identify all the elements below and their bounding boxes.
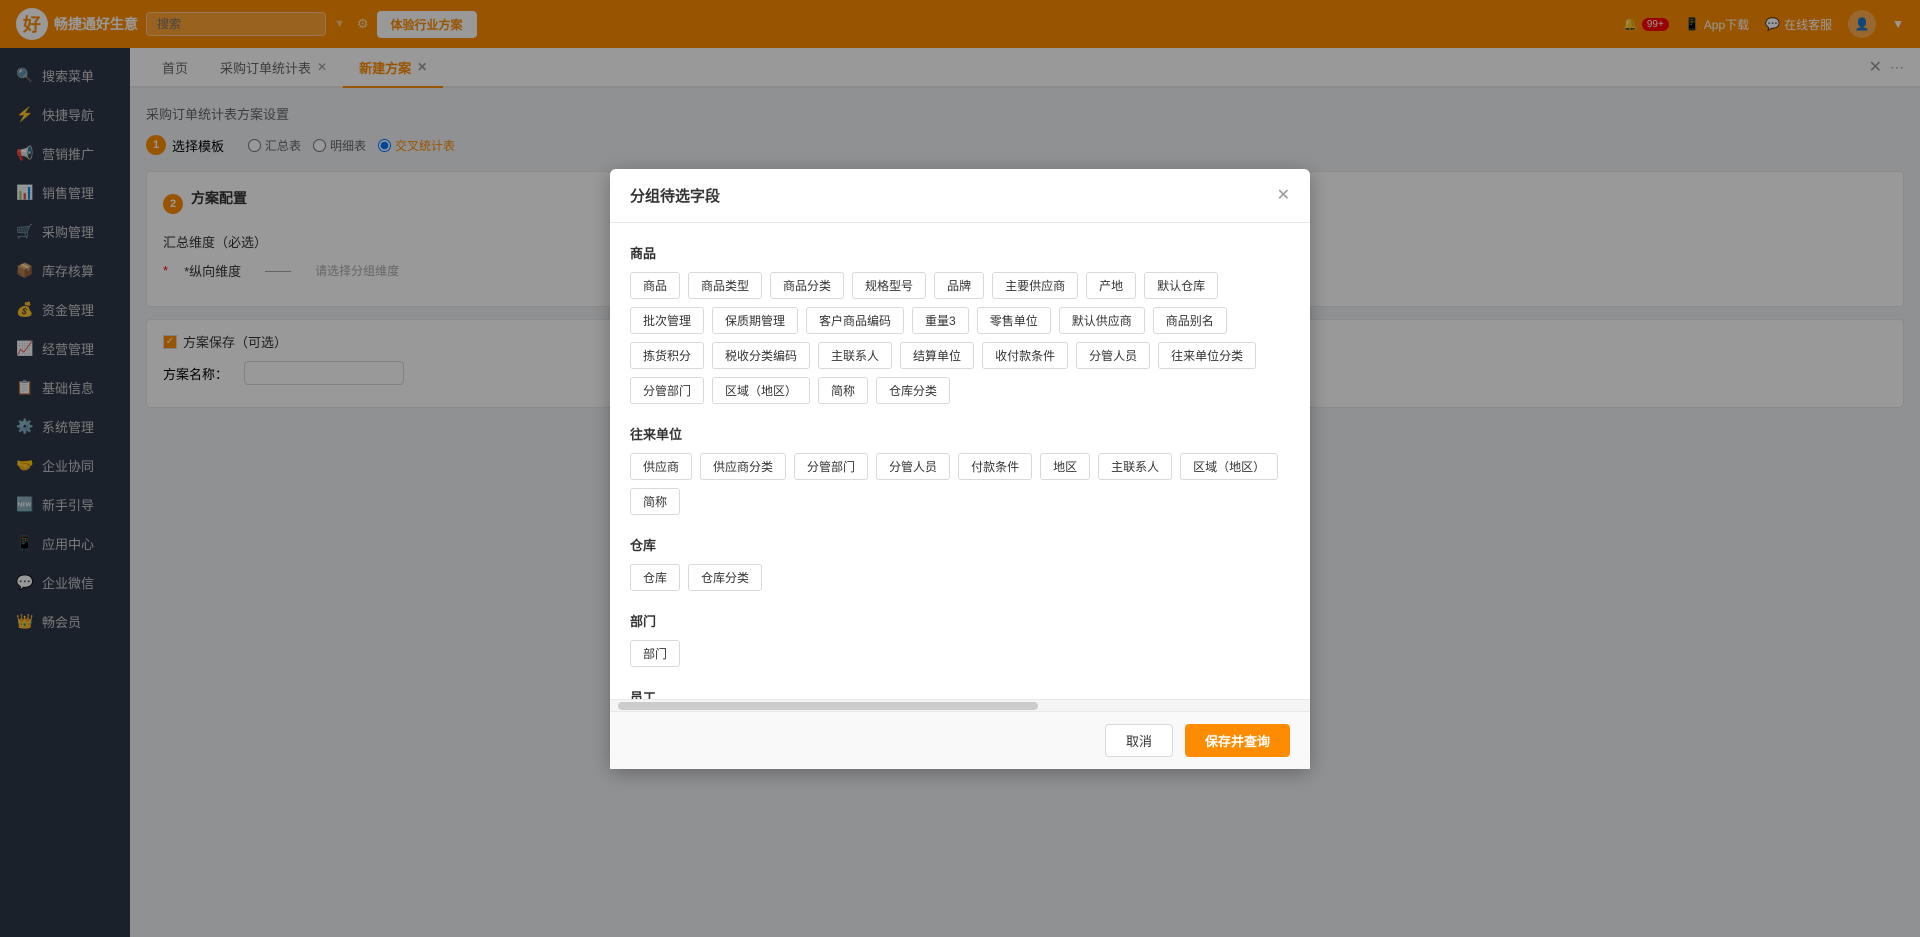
field-tag[interactable]: 区域（地区）: [1180, 453, 1278, 480]
field-tag[interactable]: 简称: [630, 488, 680, 515]
warehouse-section: 仓库 仓库 仓库分类: [630, 535, 1290, 591]
partner-section: 往来单位 供应商 供应商分类 分管部门 分管人员 付款条件 地区 主联系人 区域…: [630, 424, 1290, 515]
confirm-button[interactable]: 保存并查询: [1185, 724, 1290, 757]
department-section: 部门 部门: [630, 611, 1290, 667]
field-tag[interactable]: 重量3: [912, 307, 969, 334]
dialog-hscroll-thumb: [618, 702, 1038, 710]
field-tag[interactable]: 批次管理: [630, 307, 704, 334]
field-tag[interactable]: 税收分类编码: [712, 342, 810, 369]
field-tag[interactable]: 地区: [1040, 453, 1090, 480]
field-tag[interactable]: 结算单位: [900, 342, 974, 369]
dialog-header: 分组待选字段 ✕: [610, 169, 1310, 223]
field-tag[interactable]: 分管人员: [1076, 342, 1150, 369]
field-tag[interactable]: 客户商品编码: [806, 307, 904, 334]
field-tag[interactable]: 拣货积分: [630, 342, 704, 369]
product-section: 商品 商品 商品类型 商品分类 规格型号 品牌 主要供应商 产地 默认仓库 批次…: [630, 243, 1290, 404]
product-section-title: 商品: [630, 243, 1290, 262]
department-section-title: 部门: [630, 611, 1290, 630]
dialog: 分组待选字段 ✕ 商品 商品 商品类型 商品分类 规格型号 品牌 主要供应商 产…: [610, 169, 1310, 769]
warehouse-section-title: 仓库: [630, 535, 1290, 554]
overlay: 分组待选字段 ✕ 商品 商品 商品类型 商品分类 规格型号 品牌 主要供应商 产…: [0, 0, 1920, 937]
field-tag[interactable]: 商品: [630, 272, 680, 299]
dialog-footer: 取消 保存并查询: [610, 711, 1310, 769]
cancel-button[interactable]: 取消: [1105, 724, 1173, 757]
field-tag[interactable]: 往来单位分类: [1158, 342, 1256, 369]
field-tag[interactable]: 部门: [630, 640, 680, 667]
field-tag[interactable]: 分管部门: [794, 453, 868, 480]
field-tag[interactable]: 商品分类: [770, 272, 844, 299]
field-tag[interactable]: 规格型号: [852, 272, 926, 299]
field-tag[interactable]: 简称: [818, 377, 868, 404]
field-tag[interactable]: 默认供应商: [1059, 307, 1145, 334]
field-tag[interactable]: 商品类型: [688, 272, 762, 299]
employee-section-title: 员工: [630, 687, 1290, 699]
partner-tags: 供应商 供应商分类 分管部门 分管人员 付款条件 地区 主联系人 区域（地区） …: [630, 453, 1290, 515]
field-tag[interactable]: 仓库分类: [688, 564, 762, 591]
product-tags: 商品 商品类型 商品分类 规格型号 品牌 主要供应商 产地 默认仓库 批次管理 …: [630, 272, 1290, 404]
field-tag[interactable]: 供应商分类: [700, 453, 786, 480]
field-tag[interactable]: 保质期管理: [712, 307, 798, 334]
dialog-title: 分组待选字段: [630, 185, 720, 206]
department-tags: 部门: [630, 640, 1290, 667]
field-tag[interactable]: 付款条件: [958, 453, 1032, 480]
field-tag[interactable]: 零售单位: [977, 307, 1051, 334]
dialog-close-btn[interactable]: ✕: [1277, 185, 1290, 205]
employee-section: 员工 业务员: [630, 687, 1290, 699]
warehouse-tags: 仓库 仓库分类: [630, 564, 1290, 591]
dialog-hscroll[interactable]: [610, 699, 1310, 711]
partner-section-title: 往来单位: [630, 424, 1290, 443]
field-tag[interactable]: 品牌: [934, 272, 984, 299]
field-tag[interactable]: 默认仓库: [1144, 272, 1218, 299]
field-tag[interactable]: 主要供应商: [992, 272, 1078, 299]
field-tag[interactable]: 区域（地区）: [712, 377, 810, 404]
field-tag[interactable]: 产地: [1086, 272, 1136, 299]
field-tag[interactable]: 分管部门: [630, 377, 704, 404]
field-tag[interactable]: 仓库分类: [876, 377, 950, 404]
field-tag[interactable]: 主联系人: [818, 342, 892, 369]
field-tag[interactable]: 收付款条件: [982, 342, 1068, 369]
field-tag[interactable]: 仓库: [630, 564, 680, 591]
field-tag[interactable]: 分管人员: [876, 453, 950, 480]
field-tag[interactable]: 主联系人: [1098, 453, 1172, 480]
dialog-body[interactable]: 商品 商品 商品类型 商品分类 规格型号 品牌 主要供应商 产地 默认仓库 批次…: [610, 223, 1310, 699]
field-tag[interactable]: 商品别名: [1153, 307, 1227, 334]
field-tag[interactable]: 供应商: [630, 453, 692, 480]
